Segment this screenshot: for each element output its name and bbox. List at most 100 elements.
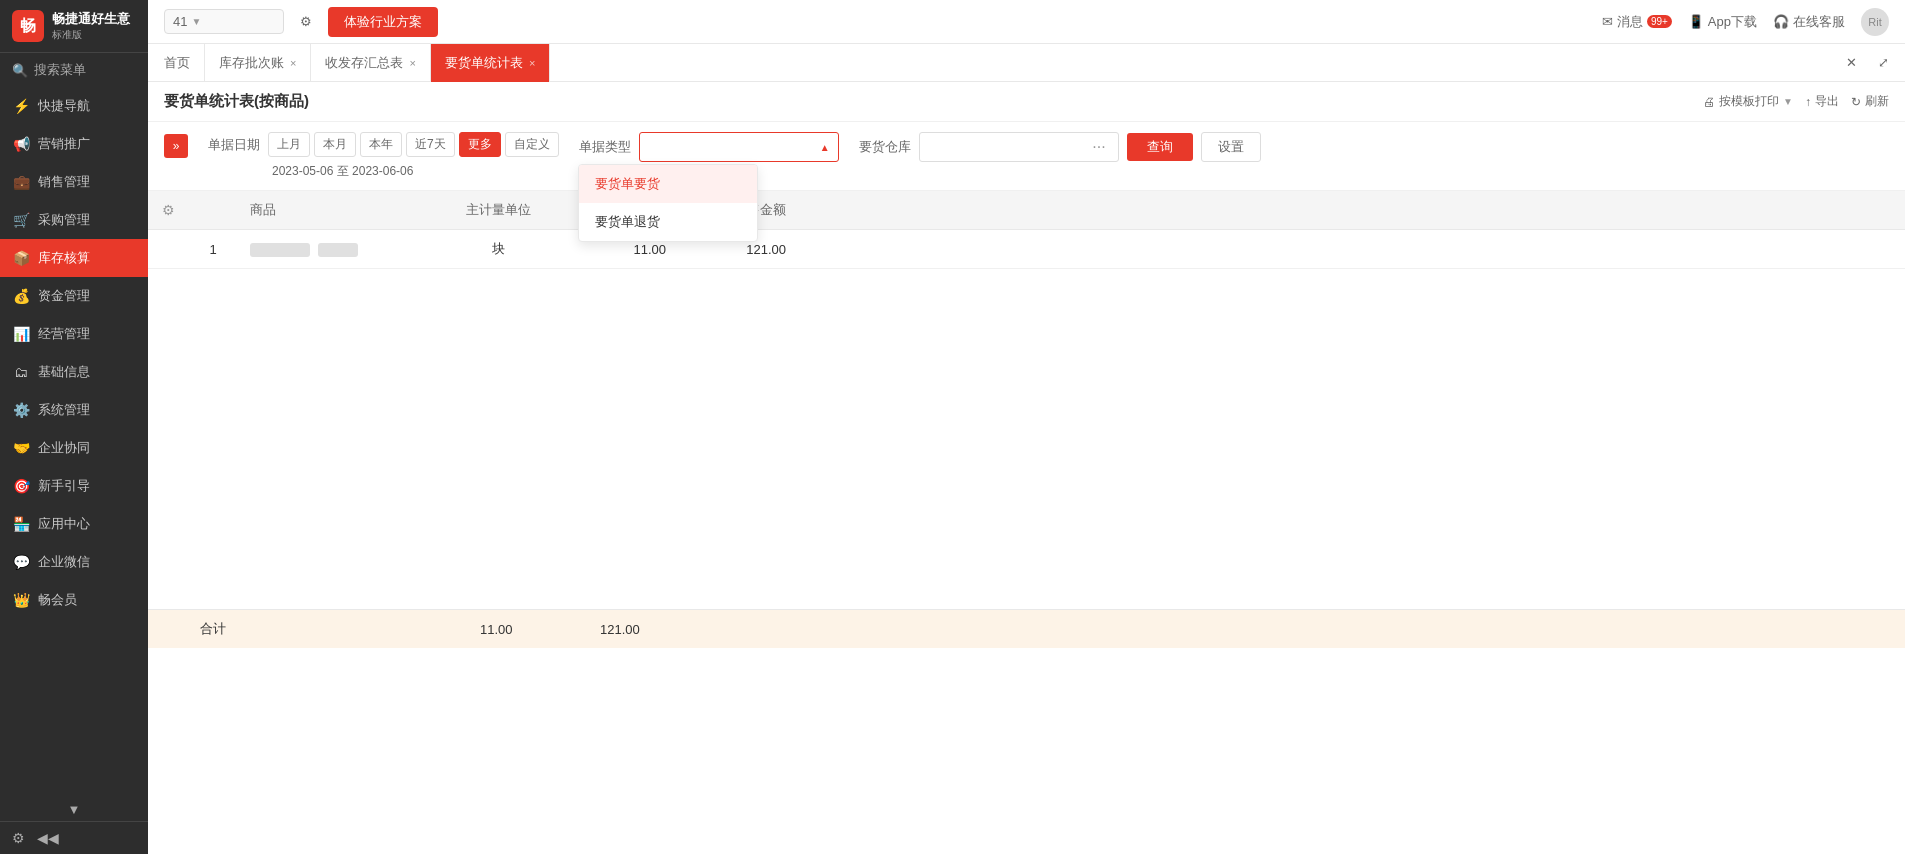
footer-amount-value: 121.00 [600,622,640,637]
operations-icon: 📊 [12,326,30,342]
logo-text: 畅捷通好生意 标准版 [52,11,130,41]
order-type-select[interactable]: ▲ [639,132,839,162]
last7days-btn[interactable]: 近7天 [406,132,455,157]
logo-sub-text: 标准版 [52,28,130,41]
sidebar-item-label: 销售管理 [38,173,90,191]
sidebar-item-quick-nav[interactable]: ⚡ 快捷导航 [0,87,148,125]
date-range-display: 2023-05-06 至 2023-06-06 [272,163,413,180]
sidebar-scroll-down[interactable]: ▼ [0,797,148,821]
query-button[interactable]: 查询 [1127,133,1193,161]
footer-amount: 121.00 [600,622,640,637]
sidebar-search[interactable]: 🔍 搜索菜单 [0,53,148,87]
sidebar-item-member[interactable]: 👑 畅会员 [0,581,148,619]
user-avatar[interactable]: Rit [1861,8,1889,36]
tab-order-stats[interactable]: 要货单统计表 × [431,44,550,82]
sidebar-item-purchase[interactable]: 🛒 采购管理 [0,201,148,239]
sidebar-item-label: 畅会员 [38,591,77,609]
page-header: 要货单统计表(按商品) 🖨 按模板打印 ▼ ↑ 导出 ↻ 刷新 [148,82,1905,122]
export-label: 导出 [1815,93,1839,110]
basic-icon: 🗂 [12,364,30,380]
sidebar-item-wechat[interactable]: 💬 企业微信 [0,543,148,581]
sidebar-item-inventory[interactable]: 📦 库存核算 [0,239,148,277]
enterprise-icon: 🤝 [12,440,30,456]
footer-quantity-value: 11.00 [480,622,513,637]
appstore-icon: 🏪 [12,516,30,532]
print-button[interactable]: 🖨 按模板打印 ▼ [1703,93,1793,110]
topbar-gear-button[interactable]: ⚙ [292,8,320,36]
sidebar-nav: ⚡ 快捷导航 📢 营销推广 💼 销售管理 🛒 采购管理 📦 库存核算 💰 资金管… [0,87,148,797]
dropdown-item-request[interactable]: 要货单要货 [579,165,757,203]
data-table: ⚙ 商品 主计量单位 主数量 零售金额 1 [148,191,1905,269]
sidebar-item-label: 营销推广 [38,135,90,153]
page-inner: 要货单统计表(按商品) 🖨 按模板打印 ▼ ↑ 导出 ↻ 刷新 [148,82,1905,854]
online-service-label: 在线客服 [1793,13,1845,31]
settings-icon[interactable]: ⚙ [12,830,25,846]
app-download-label: App下载 [1708,13,1757,31]
sidebar-item-system[interactable]: ⚙️ 系统管理 [0,391,148,429]
sidebar-item-appstore[interactable]: 🏪 应用中心 [0,505,148,543]
collapse-icon[interactable]: ◀◀ [37,830,59,846]
messages-button[interactable]: ✉ 消息 99+ [1602,13,1672,31]
footer-total-label: 合计 [200,621,226,636]
tab-home-label: 首页 [164,54,190,72]
sidebar-item-marketing[interactable]: 📢 营销推广 [0,125,148,163]
messages-badge: 99+ [1647,15,1672,28]
expand-filter-button[interactable]: » [164,134,188,158]
sidebar-item-label: 采购管理 [38,211,90,229]
sidebar-item-operations[interactable]: 📊 经营管理 [0,315,148,353]
chevron-down-icon: ▼ [1783,96,1793,107]
sidebar-item-label: 库存核算 [38,249,90,267]
tab-order-close[interactable]: × [529,57,535,69]
page-content: 要货单统计表(按商品) 🖨 按模板打印 ▼ ↑ 导出 ↻ 刷新 [148,82,1905,854]
table-container: ⚙ 商品 主计量单位 主数量 零售金额 1 [148,191,1905,269]
sidebar-item-label: 快捷导航 [38,97,90,115]
tab-home[interactable]: 首页 [156,44,205,82]
warehouse-select[interactable]: ··· [919,132,1119,162]
main-content: 41 ▼ ⚙ 体验行业方案 ✉ 消息 99+ 📱 App下载 🎧 在线客服 [148,0,1905,854]
col-settings: ⚙ [148,191,188,230]
more-dates-btn[interactable]: 更多 [459,132,501,157]
footer-label: 合计 [160,620,480,638]
product-placeholder2 [318,243,358,257]
refresh-button[interactable]: ↻ 刷新 [1851,93,1889,110]
sidebar-item-guide[interactable]: 🎯 新手引导 [0,467,148,505]
sidebar-item-sales[interactable]: 💼 销售管理 [0,163,148,201]
tab-batch-close[interactable]: × [290,57,296,69]
tab-expand-button[interactable]: ⤢ [1869,49,1897,77]
page-title: 要货单统计表(按商品) [164,92,309,111]
sidebar-item-enterprise[interactable]: 🤝 企业协同 [0,429,148,467]
last-month-btn[interactable]: 上月 [268,132,310,157]
purchase-icon: 🛒 [12,212,30,228]
tab-collect-close[interactable]: × [409,57,415,69]
export-button[interactable]: ↑ 导出 [1805,93,1839,110]
row-extra [798,230,1905,269]
expand-icon: ⤢ [1878,55,1889,70]
dropdown-item-label: 要货单要货 [595,176,660,191]
tab-batch-account[interactable]: 库存批次账 × [205,44,311,82]
custom-btn[interactable]: 自定义 [505,132,559,157]
sidebar-item-basic[interactable]: 🗂 基础信息 [0,353,148,391]
dropdown-item-label: 要货单退货 [595,214,660,229]
col-seq [188,191,238,230]
column-settings-icon[interactable]: ⚙ [162,202,175,218]
dropdown-item-return[interactable]: 要货单退货 [579,203,757,241]
sidebar-item-finance[interactable]: 💰 资金管理 [0,277,148,315]
sidebar-item-label: 资金管理 [38,287,90,305]
app-download-button[interactable]: 📱 App下载 [1688,13,1757,31]
store-selector[interactable]: 41 ▼ [164,9,284,34]
warehouse-label: 要货仓库 [859,138,911,156]
date-filter-label: 单据日期 [208,136,260,154]
this-year-btn[interactable]: 本年 [360,132,402,157]
sidebar-item-label: 经营管理 [38,325,90,343]
trial-button[interactable]: 体验行业方案 [328,7,438,37]
tab-actions: ✕ ⤢ [1837,49,1897,77]
settings-button[interactable]: 设置 [1201,132,1261,162]
filter-type-group: 单据类型 ▲ 要货仓库 ··· 查询 设置 [579,132,1889,162]
online-service-button[interactable]: 🎧 在线客服 [1773,13,1845,31]
tab-close-all-button[interactable]: ✕ [1837,49,1865,77]
avatar-image: Rit [1861,8,1889,36]
tab-collect-summary[interactable]: 收发存汇总表 × [311,44,430,82]
sidebar-bottom: ⚙ ◀◀ [0,821,148,854]
this-month-btn[interactable]: 本月 [314,132,356,157]
more-icon[interactable]: ··· [1088,138,1109,156]
